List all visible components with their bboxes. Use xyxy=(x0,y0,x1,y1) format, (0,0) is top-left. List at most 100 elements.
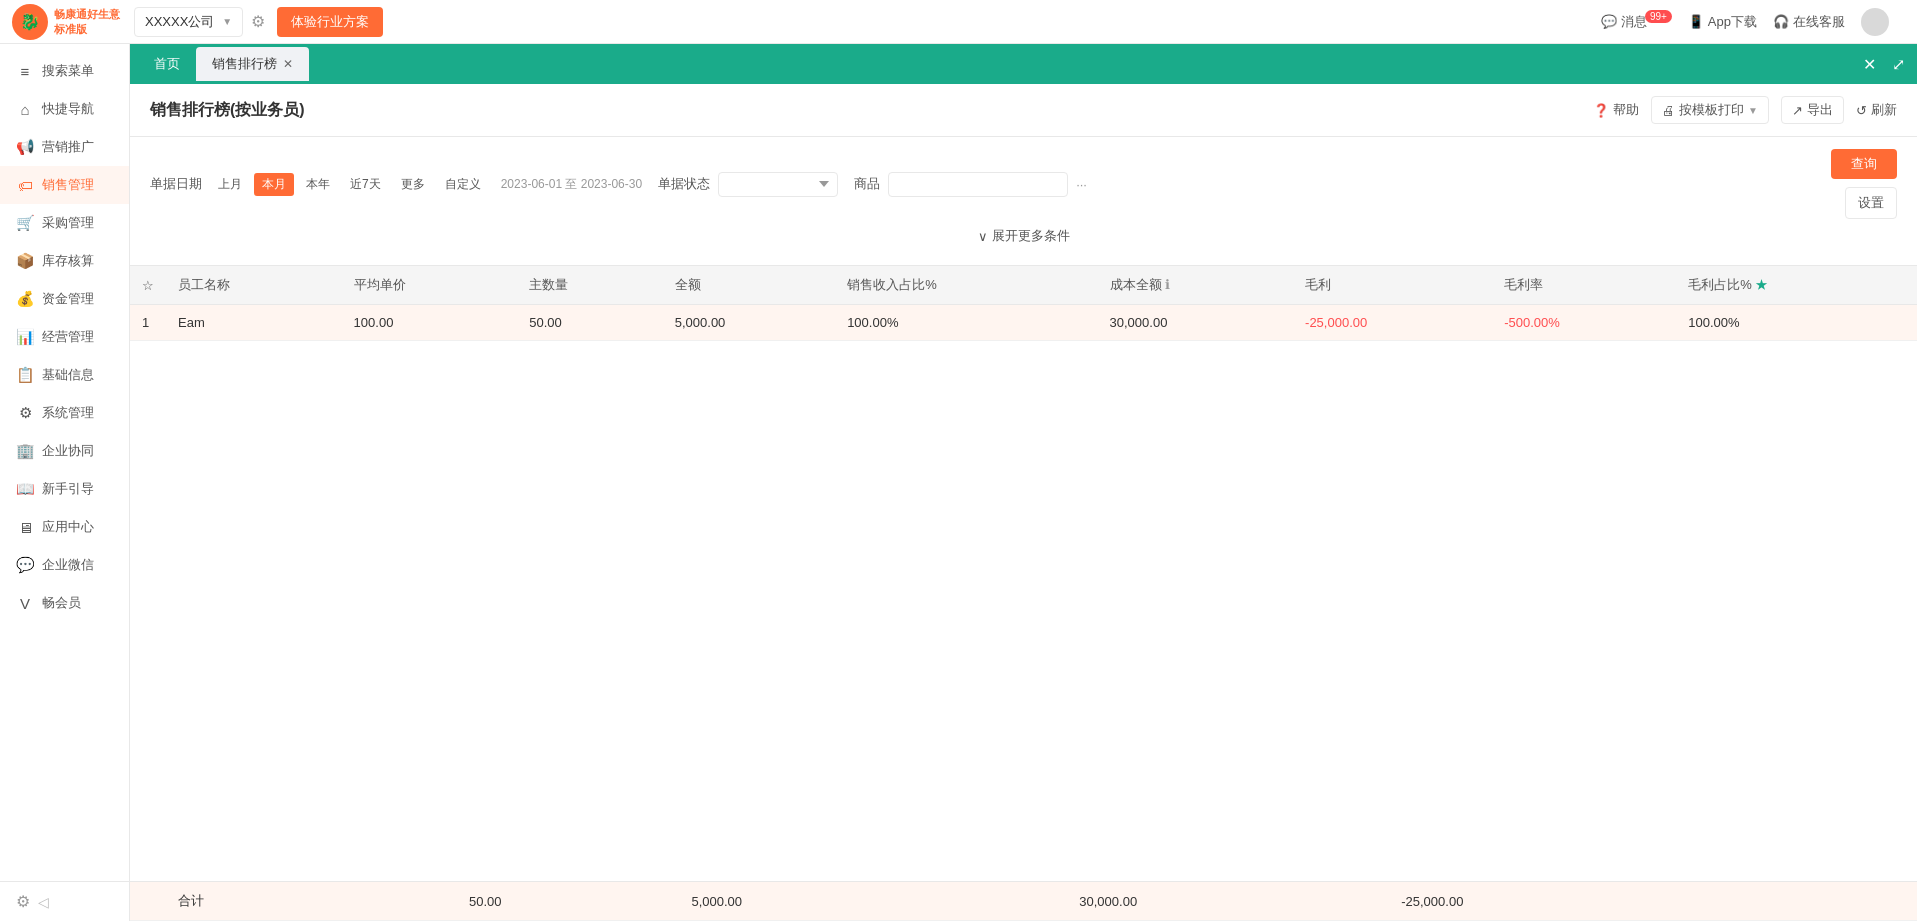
filter-area: 单据日期 上月本月本年近7天更多自定义 2023-06-01 至 2023-06… xyxy=(130,137,1917,266)
date-tab-本月[interactable]: 本月 xyxy=(254,173,294,196)
tab-close-icon[interactable]: ✕ xyxy=(283,57,293,71)
tab-bar-right: ✕ ⤢ xyxy=(1859,51,1909,78)
date-tab-上月[interactable]: 上月 xyxy=(210,173,250,196)
message-icon: 💬 xyxy=(1601,14,1617,29)
sidebar-item-inventory[interactable]: 📦库存核算 xyxy=(0,242,129,280)
data-table: ☆员工名称平均单价主数量全额销售收入占比%成本全额 ℹ毛利毛利率毛利占比% ★ … xyxy=(130,266,1917,341)
quick-nav-icon: ⌂ xyxy=(16,100,34,118)
filter-row-1: 单据日期 上月本月本年近7天更多自定义 2023-06-01 至 2023-06… xyxy=(150,149,1897,219)
tab-bar: 首页销售排行榜✕ ✕ ⤢ xyxy=(130,44,1917,84)
online-service-button[interactable]: 🎧 在线客服 xyxy=(1773,13,1845,31)
export-button[interactable]: ↗ 导出 xyxy=(1781,96,1844,124)
more-options-icon[interactable]: ··· xyxy=(1076,177,1087,192)
expand-icon[interactable]: ⤢ xyxy=(1888,51,1909,78)
phone-icon: 📱 xyxy=(1688,14,1704,29)
sidebar-item-system[interactable]: ⚙系统管理 xyxy=(0,394,129,432)
footer-gross-profit: -25,000.00 xyxy=(1389,882,1728,921)
sort-star-icon[interactable]: ★ xyxy=(1755,277,1768,292)
sidebar-item-operations[interactable]: 📊经营管理 xyxy=(0,318,129,356)
sidebar-item-basics[interactable]: 📋基础信息 xyxy=(0,356,129,394)
th-qty: 主数量 xyxy=(517,266,663,305)
sidebar-item-enterprise[interactable]: 🏢企业协同 xyxy=(0,432,129,470)
marketing-icon: 📢 xyxy=(16,138,34,156)
apps-icon: 🖥 xyxy=(16,518,34,536)
sidebar-item-sales[interactable]: 🏷销售管理 xyxy=(0,166,129,204)
finance-icon: 💰 xyxy=(16,290,34,308)
table-header: ☆员工名称平均单价主数量全额销售收入占比%成本全额 ℹ毛利毛利率毛利占比% ★ xyxy=(130,266,1917,305)
chevron-down-icon: ▼ xyxy=(222,16,232,27)
sidebar-item-search[interactable]: ≡搜索菜单 xyxy=(0,52,129,90)
trial-button[interactable]: 体验行业方案 xyxy=(277,7,383,37)
table-row: 1Eam100.0050.005,000.00100.00%30,000.00-… xyxy=(130,305,1917,341)
sidebar-item-guide[interactable]: 📖新手引导 xyxy=(0,470,129,508)
logo-icon: 🐉 xyxy=(12,4,48,40)
template-print-button[interactable]: 🖨 按模板打印 ▼ xyxy=(1651,96,1769,124)
th-name: 员工名称 xyxy=(166,266,342,305)
sidebar-item-quick-nav[interactable]: ⌂快捷导航 xyxy=(0,90,129,128)
settings-button[interactable]: 设置 xyxy=(1845,187,1897,219)
expand-button[interactable]: ∨ 展开更多条件 xyxy=(978,227,1070,245)
company-selector[interactable]: XXXXX公司 ▼ xyxy=(134,7,243,37)
avatar[interactable] xyxy=(1861,8,1889,36)
guide-icon: 📖 xyxy=(16,480,34,498)
print-icon: 🖨 xyxy=(1662,103,1675,118)
sidebar-item-member[interactable]: V畅会员 xyxy=(0,584,129,622)
sidebar-item-finance[interactable]: 💰资金管理 xyxy=(0,280,129,318)
logo: 🐉 畅康通好生意 标准版 xyxy=(12,4,130,40)
goods-input[interactable] xyxy=(888,172,1068,197)
sidebar: ≡搜索菜单⌂快捷导航📢营销推广🏷销售管理🛒采购管理📦库存核算💰资金管理📊经营管理… xyxy=(0,44,130,921)
date-tabs: 上月本月本年近7天更多自定义 xyxy=(210,173,489,196)
th-grossProfit: 毛利 xyxy=(1293,266,1492,305)
footer-cost: 30,000.00 xyxy=(1067,882,1389,921)
tab-sales-rank[interactable]: 销售排行榜✕ xyxy=(196,47,309,81)
sidebar-collapse-icon[interactable]: ◁ xyxy=(38,894,49,910)
query-button[interactable]: 查询 xyxy=(1831,149,1897,179)
th-avgPrice: 平均单价 xyxy=(342,266,518,305)
app-download-button[interactable]: 📱 App下载 xyxy=(1688,13,1757,31)
wechat-icon: 💬 xyxy=(16,556,34,574)
info-icon[interactable]: ℹ xyxy=(1165,277,1170,292)
date-tab-自定义[interactable]: 自定义 xyxy=(437,173,489,196)
sidebar-settings-icon[interactable]: ⚙ xyxy=(16,892,30,911)
date-tab-本年[interactable]: 本年 xyxy=(298,173,338,196)
goods-label: 商品 xyxy=(854,175,880,193)
footer-label: 合计 xyxy=(166,882,363,921)
refresh-icon: ↺ xyxy=(1856,103,1867,118)
table-scroll[interactable]: ☆员工名称平均单价主数量全额销售收入占比%成本全额 ℹ毛利毛利率毛利占比% ★ … xyxy=(130,266,1917,881)
sidebar-item-purchase[interactable]: 🛒采购管理 xyxy=(0,204,129,242)
footer-qty: 50.00 xyxy=(457,882,679,921)
sidebar-item-apps[interactable]: 🖥应用中心 xyxy=(0,508,129,546)
content-area: 首页销售排行榜✕ ✕ ⤢ 销售排行榜(按业务员) ❓ 帮助 🖨 按模板打印 xyxy=(130,44,1917,921)
messages-button[interactable]: 💬 消息 99+ xyxy=(1601,13,1672,31)
chevron-down-icon: ∨ xyxy=(978,229,988,244)
table-area: ☆员工名称平均单价主数量全额销售收入占比%成本全额 ℹ毛利毛利率毛利占比% ★ … xyxy=(130,266,1917,921)
top-bar-right: 💬 消息 99+ 📱 App下载 🎧 在线客服 xyxy=(1601,8,1905,36)
date-tab-更多[interactable]: 更多 xyxy=(393,173,433,196)
refresh-button[interactable]: ↺ 刷新 xyxy=(1856,101,1897,119)
status-select[interactable] xyxy=(718,172,838,197)
system-icon: ⚙ xyxy=(16,404,34,422)
date-filter: 单据日期 上月本月本年近7天更多自定义 2023-06-01 至 2023-06… xyxy=(150,173,642,196)
inventory-icon: 📦 xyxy=(16,252,34,270)
sidebar-item-wechat[interactable]: 💬企业微信 xyxy=(0,546,129,584)
member-icon: V xyxy=(16,594,34,612)
sales-icon: 🏷 xyxy=(16,176,34,194)
th-amount: 全额 xyxy=(663,266,835,305)
sidebar-footer: ⚙ ◁ xyxy=(0,881,129,921)
close-window-icon[interactable]: ✕ xyxy=(1859,51,1880,78)
table-body: 1Eam100.0050.005,000.00100.00%30,000.00-… xyxy=(130,305,1917,341)
help-button[interactable]: ❓ 帮助 xyxy=(1593,101,1639,119)
sidebar-item-marketing[interactable]: 📢营销推广 xyxy=(0,128,129,166)
basics-icon: 📋 xyxy=(16,366,34,384)
table-footer: 合计 50.00 5,000.00 30,000.00 -25,000.00 xyxy=(130,881,1917,921)
settings-icon[interactable]: ⚙ xyxy=(251,12,265,31)
date-label: 单据日期 xyxy=(150,175,202,193)
page-title: 销售排行榜(按业务员) xyxy=(150,100,305,121)
purchase-icon: 🛒 xyxy=(16,214,34,232)
date-tab-近7天[interactable]: 近7天 xyxy=(342,173,389,196)
date-range: 2023-06-01 至 2023-06-30 xyxy=(501,176,642,193)
th-costAmount: 成本全额 ℹ xyxy=(1098,266,1294,305)
footer-amount: 5,000.00 xyxy=(679,882,972,921)
tab-home[interactable]: 首页 xyxy=(138,47,196,81)
export-icon: ↗ xyxy=(1792,103,1803,118)
